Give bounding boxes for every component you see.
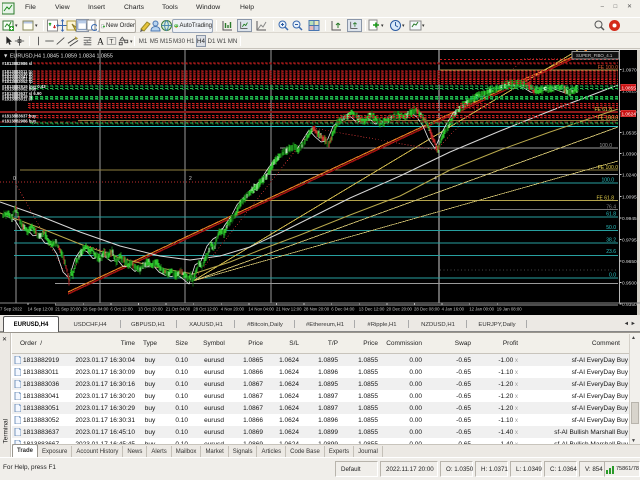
svg-text:1.0390: 1.0390 <box>622 152 637 158</box>
svg-text:0.9795: 0.9795 <box>622 238 637 244</box>
svg-text:19 Jan 08:00: 19 Jan 08:00 <box>497 307 522 312</box>
svg-text:#1813882986 buy: #1813882986 buy <box>2 119 37 124</box>
svg-text:0.0: 0.0 <box>609 273 616 279</box>
svg-text:#1813883011 sl: #1813883011 sl <box>2 97 32 102</box>
svg-text:7 Sep 2022: 7 Sep 2022 <box>0 307 23 312</box>
svg-text:1.0970: 1.0970 <box>622 68 637 74</box>
svg-text:0.9945: 0.9945 <box>622 216 637 222</box>
svg-text:0.9500: 0.9500 <box>622 281 637 287</box>
svg-text:14 Sep 12:00: 14 Sep 12:00 <box>28 307 54 312</box>
svg-text:1.0095: 1.0095 <box>622 195 637 201</box>
svg-text:23.6: 23.6 <box>606 249 616 255</box>
svg-text:SUPER_FIBO_4.1: SUPER_FIBO_4.1 <box>576 53 613 58</box>
svg-text:29 Sep 04:00: 29 Sep 04:00 <box>83 307 109 312</box>
svg-text:FE 61.8: FE 61.8 <box>594 107 612 113</box>
svg-text:100.0: 100.0 <box>599 143 612 149</box>
svg-text:13 Dec 12:00: 13 Dec 12:00 <box>359 307 385 312</box>
svg-text:1.0855: 1.0855 <box>622 85 637 90</box>
svg-text:▼ EURUSD,H4 1.0845 1.0859 1.08: ▼ EURUSD,H4 1.0845 1.0859 1.0834 1.0855 <box>3 54 113 60</box>
svg-text:76.4: 76.4 <box>606 205 616 211</box>
svg-text:14 Nov 04:00: 14 Nov 04:00 <box>248 307 274 312</box>
svg-text:FE 61.8: FE 61.8 <box>596 196 614 202</box>
svg-text:6 Oct 12:00: 6 Oct 12:00 <box>110 307 133 312</box>
svg-text:1.0624: 1.0624 <box>622 111 637 116</box>
svg-text:21 Sep 20:00: 21 Sep 20:00 <box>55 307 81 312</box>
svg-text:13 Oct 20:00: 13 Oct 20:00 <box>138 307 163 312</box>
svg-text:20 Dec 20:00: 20 Dec 20:00 <box>386 307 412 312</box>
svg-text:12 Jan 00:00: 12 Jan 00:00 <box>469 307 494 312</box>
svg-text:28 Nov 20:00: 28 Nov 20:00 <box>304 307 330 312</box>
svg-text:4 Nov 20:00: 4 Nov 20:00 <box>221 307 245 312</box>
svg-text:FE 100.0: FE 100.0 <box>598 165 619 171</box>
svg-text:FE 100.0: FE 100.0 <box>598 65 619 71</box>
svg-text:1.0535: 1.0535 <box>622 131 637 137</box>
svg-text:100.0: 100.0 <box>601 178 614 184</box>
svg-text:2: 2 <box>189 176 192 182</box>
svg-text:21 Oct 04:00: 21 Oct 04:00 <box>166 307 191 312</box>
svg-text:21 Nov 12:00: 21 Nov 12:00 <box>276 307 302 312</box>
svg-text:61.8: 61.8 <box>606 212 616 218</box>
svg-text:28 Dec 08:00: 28 Dec 08:00 <box>414 307 440 312</box>
svg-text:4 Jan 16:00: 4 Jan 16:00 <box>442 307 465 312</box>
svg-text:28 Oct 12:00: 28 Oct 12:00 <box>193 307 218 312</box>
svg-text:50.0: 50.0 <box>606 225 616 231</box>
svg-text:1.0240: 1.0240 <box>622 173 637 179</box>
svg-text:4: 4 <box>434 176 437 182</box>
svg-text:FE 100.0: FE 100.0 <box>598 116 619 122</box>
svg-text:0: 0 <box>13 176 16 182</box>
svg-text:38.2: 38.2 <box>606 238 616 244</box>
svg-text:T: T <box>109 39 113 46</box>
svg-text:0.9650: 0.9650 <box>622 259 637 265</box>
svg-text:A: A <box>97 37 104 47</box>
svg-text:6 Dec 04:00: 6 Dec 04:00 <box>331 307 355 312</box>
svg-text:#1813882986 sl: #1813882986 sl <box>2 61 32 66</box>
